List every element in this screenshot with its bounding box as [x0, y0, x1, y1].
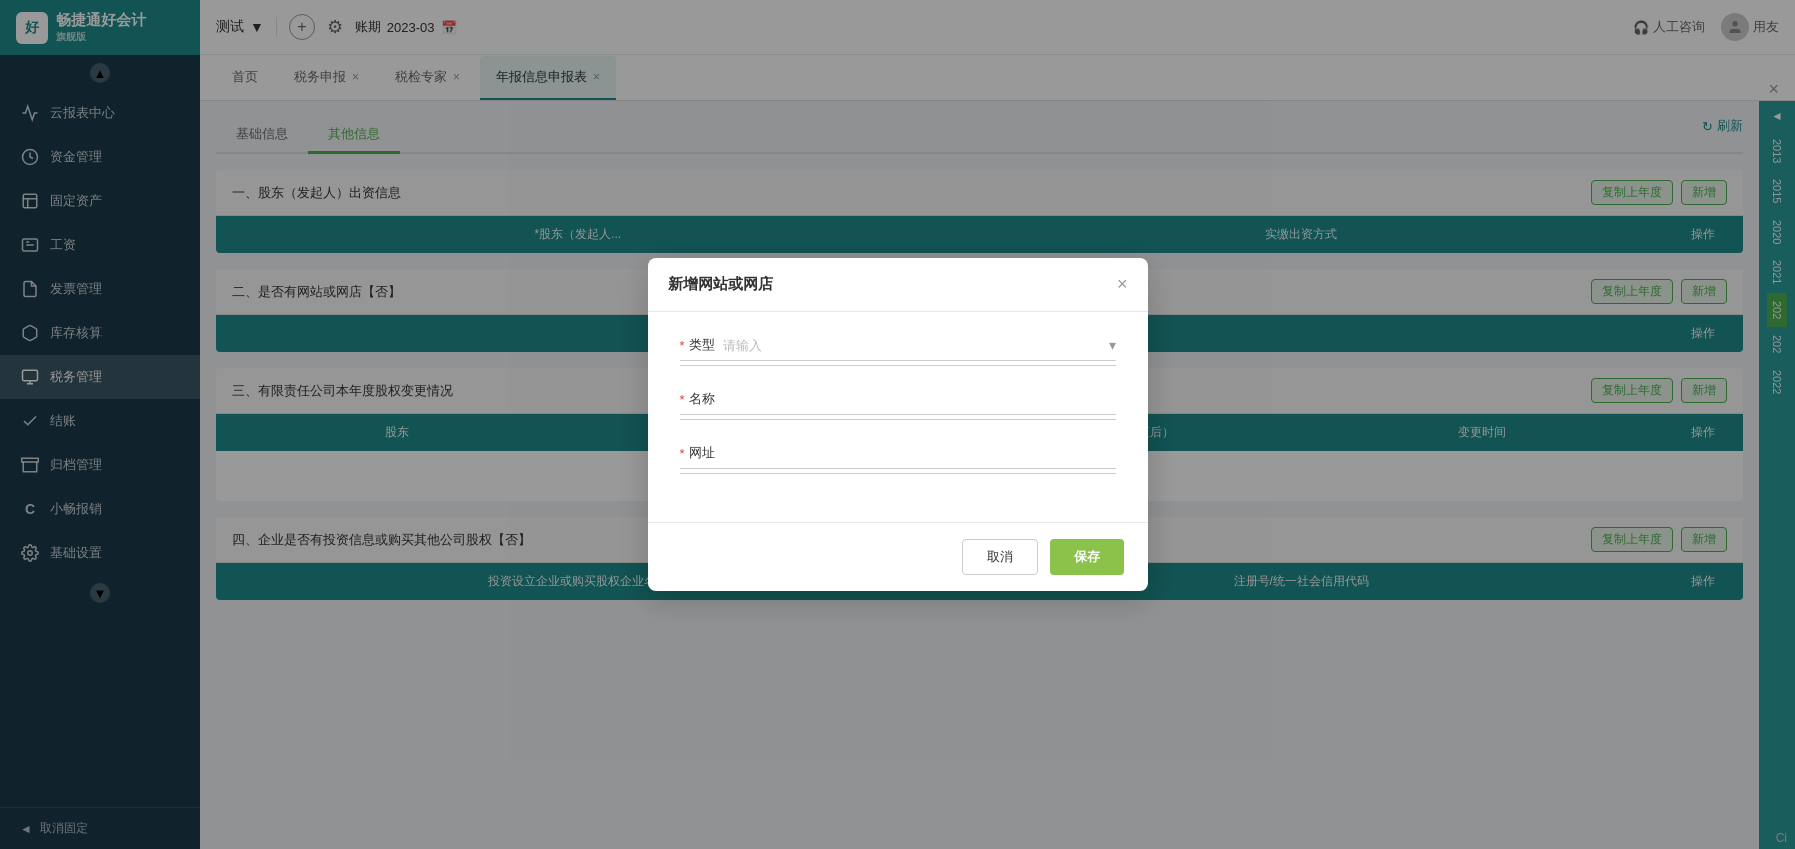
form-field-name: * 名称	[680, 390, 1116, 415]
modal-close-button[interactable]: ×	[1117, 274, 1128, 295]
modal-body: * 类型 ▾ * 名称 * 网址	[648, 312, 1148, 522]
name-input[interactable]	[723, 392, 1116, 407]
modal-overlay: 新增网站或网店 × * 类型 ▾ * 名称	[0, 0, 1795, 849]
modal-add-website: 新增网站或网店 × * 类型 ▾ * 名称	[648, 258, 1148, 591]
form-row-type: * 类型 ▾	[680, 336, 1116, 366]
url-label: 网址	[689, 444, 715, 462]
form-field-url: * 网址	[680, 444, 1116, 469]
modal-cancel-button[interactable]: 取消	[962, 539, 1038, 575]
form-row-name: * 名称	[680, 390, 1116, 420]
type-required-mark: *	[680, 338, 685, 353]
form-field-type: * 类型 ▾	[680, 336, 1116, 361]
modal-header: 新增网站或网店 ×	[648, 258, 1148, 312]
modal-footer: 取消 保存	[648, 522, 1148, 591]
type-label: 类型	[689, 336, 715, 354]
name-required-mark: *	[680, 392, 685, 407]
type-input[interactable]	[723, 338, 1101, 353]
url-required-mark: *	[680, 446, 685, 461]
form-row-url: * 网址	[680, 444, 1116, 474]
type-dropdown-icon[interactable]: ▾	[1109, 337, 1116, 353]
name-label: 名称	[689, 390, 715, 408]
modal-save-button[interactable]: 保存	[1050, 539, 1124, 575]
url-input[interactable]	[723, 446, 1116, 461]
modal-title: 新增网站或网店	[668, 275, 773, 294]
